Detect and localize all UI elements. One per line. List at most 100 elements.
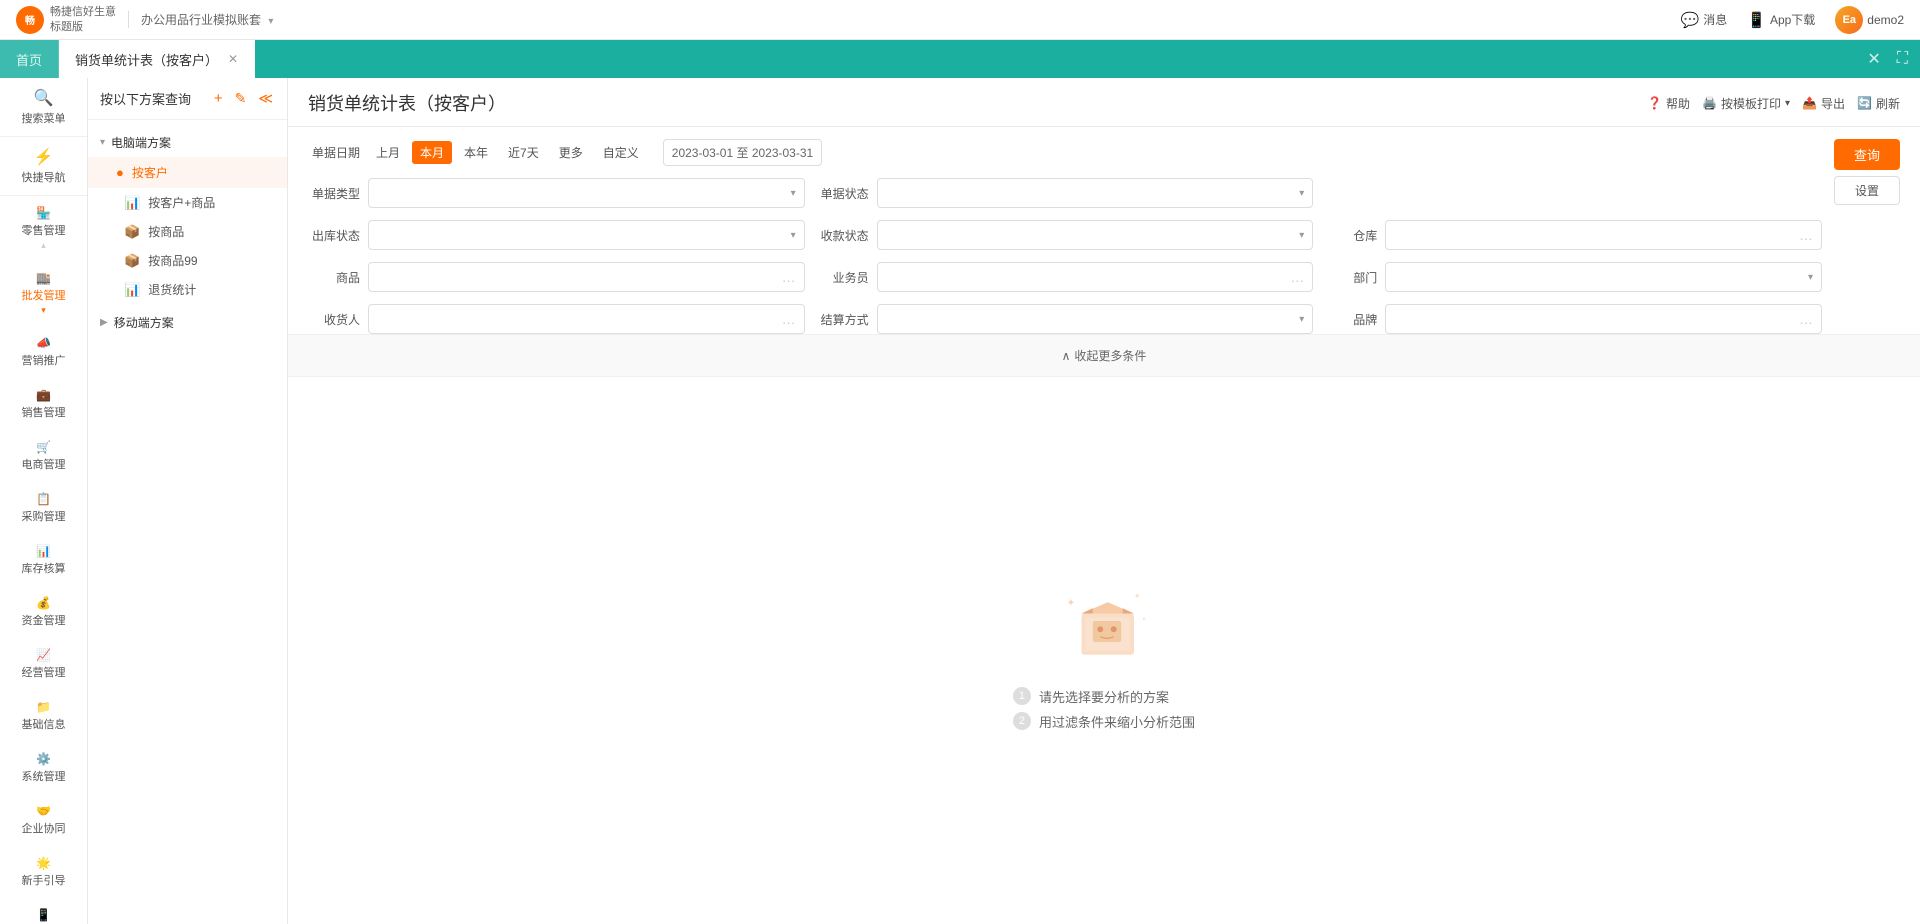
tab-bar: 首页 销货单统计表（按客户） ✕ ✕ ⛶ (0, 40, 1920, 78)
message-button[interactable]: 💬 消息 (1681, 11, 1728, 29)
date-filter-row: 单据日期 上月 本月 本年 近7天 更多 自定义 2023-03-01 至 20… (308, 139, 1822, 166)
date-range-display[interactable]: 2023-03-01 至 2023-03-31 (663, 139, 822, 166)
date-tab-last-month[interactable]: 上月 (368, 141, 408, 164)
sidebar-item-app-center[interactable]: 📱 应用中心 (0, 898, 87, 924)
sidebar-quick-nav[interactable]: ⚡ 快捷导航 (0, 137, 87, 195)
doc-status-control[interactable]: ▾ (877, 178, 1314, 208)
tree-pc-group[interactable]: ▾ 电脑端方案 (88, 128, 287, 157)
tree-mobile-group[interactable]: ▶ 移动端方案 (88, 308, 287, 337)
sidebar-item-retail[interactable]: 🏪 零售管理 ▴ (0, 196, 87, 261)
tip-1-text: 请先选择要分析的方案 (1039, 687, 1169, 706)
export-button[interactable]: 📤 导出 (1802, 95, 1845, 112)
date-tab-custom[interactable]: 自定义 (595, 141, 647, 164)
empty-tip-1: 1 请先选择要分析的方案 (1013, 687, 1195, 706)
help-button[interactable]: ❓ 帮助 (1647, 95, 1690, 112)
settings-button[interactable]: 设置 (1834, 176, 1900, 205)
collect-status-field: 收款状态 ▾ (817, 220, 1314, 250)
doc-type-label: 单据类型 (308, 185, 360, 202)
sidebar-item-operations[interactable]: 📈 经营管理 (0, 638, 87, 690)
close-window-icon[interactable]: ✕ (1863, 45, 1884, 73)
out-status-label: 出库状态 (308, 227, 360, 244)
sidebar-item-sales[interactable]: 💼 销售管理 (0, 378, 87, 430)
content-area: 销货单统计表（按客户） ❓ 帮助 🖨️ 按模板打印 ▾ 📤 导出 🔄 刷新 (288, 78, 1920, 924)
sidebar-item-base-info[interactable]: 📁 基础信息 (0, 690, 87, 742)
doc-type-control[interactable]: ▾ (368, 178, 805, 208)
empty-illustration: ✦ ✦ ✦ (1044, 571, 1164, 671)
mobile-group-label: 移动端方案 (114, 314, 174, 331)
marketing-icon: 📣 (36, 336, 51, 350)
warehouse-control[interactable]: … (1385, 220, 1822, 250)
goods-control[interactable]: … (368, 262, 805, 292)
department-control[interactable]: ▾ (1385, 262, 1822, 292)
by-goods99-icon: 📦 (124, 253, 140, 269)
brand-field: 品牌 … (1325, 304, 1822, 334)
filter-row-3: 商品 … 业务员 … (308, 262, 1822, 292)
tree-item-return-stats[interactable]: 📊 退货统计 (88, 275, 287, 304)
edit-scheme-button[interactable]: ✎ (233, 88, 249, 109)
sidebar-search[interactable]: 🔍 搜索菜单 (0, 78, 87, 136)
filter-section: 单据日期 上月 本月 本年 近7天 更多 自定义 2023-03-01 至 20… (288, 127, 1920, 377)
pc-group-arrow-icon: ▾ (100, 137, 105, 148)
main-layout: 🔍 搜索菜单 ⚡ 快捷导航 🏪 零售管理 ▴ 🏬 批发管理 ▾ 📣 营销推广 💼 (0, 78, 1920, 924)
doc-status-arrow-icon: ▾ (1299, 188, 1304, 199)
svg-text:✦: ✦ (1134, 591, 1141, 600)
page-actions: ❓ 帮助 🖨️ 按模板打印 ▾ 📤 导出 🔄 刷新 (1647, 95, 1900, 112)
download-icon: 📱 (1747, 11, 1766, 29)
by-goods-icon: 📦 (124, 224, 140, 240)
date-tab-this-month[interactable]: 本月 (412, 141, 452, 164)
finance-icon: 💰 (36, 596, 51, 610)
brand-control[interactable]: … (1385, 304, 1822, 334)
refresh-icon: 🔄 (1857, 96, 1872, 110)
tab-sales-report[interactable]: 销货单统计表（按客户） ✕ (59, 40, 255, 78)
maximize-window-icon[interactable]: ⛶ (1893, 46, 1912, 72)
sidebar-item-wholesale[interactable]: 🏬 批发管理 ▾ (0, 261, 87, 326)
sidebar-item-marketing[interactable]: 📣 营销推广 (0, 326, 87, 378)
collect-status-control[interactable]: ▾ (877, 220, 1314, 250)
operations-icon: 📈 (36, 648, 51, 662)
salesperson-control[interactable]: … (877, 262, 1314, 292)
sidebar-item-inventory[interactable]: 📊 库存核算 (0, 534, 87, 586)
sidebar-item-purchasing[interactable]: 📋 采购管理 (0, 482, 87, 534)
sidebar-item-finance[interactable]: 💰 资金管理 (0, 586, 87, 638)
settlement-control[interactable]: ▾ (877, 304, 1314, 334)
out-status-control[interactable]: ▾ (368, 220, 805, 250)
recipient-control[interactable]: … (368, 304, 805, 334)
customer-icon: ● (116, 165, 124, 180)
print-icon: 🖨️ (1702, 96, 1717, 110)
tip-2-text: 用过滤条件来缩小分析范围 (1039, 712, 1195, 731)
page-title: 销货单统计表（按客户） (308, 90, 506, 116)
salesperson-label: 业务员 (817, 269, 869, 286)
user-menu[interactable]: Ea demo2 (1835, 6, 1904, 34)
close-tab-icon[interactable]: ✕ (228, 52, 238, 66)
sidebar-item-ecommerce[interactable]: 🛒 电商管理 (0, 430, 87, 482)
customer-goods-icon: 📊 (124, 195, 140, 211)
ecommerce-icon: 🛒 (36, 440, 51, 454)
app-download-button[interactable]: 📱 App下载 (1747, 11, 1815, 29)
refresh-button[interactable]: 🔄 刷新 (1857, 95, 1900, 112)
sidebar-search-section: 🔍 搜索菜单 (0, 78, 87, 137)
tab-home[interactable]: 首页 (0, 40, 59, 78)
date-tab-more[interactable]: 更多 (551, 141, 591, 164)
tree-item-by-goods99[interactable]: 📦 按商品99 (88, 246, 287, 275)
date-tab-last7days[interactable]: 近7天 (500, 141, 547, 164)
tree-item-by-customer-goods[interactable]: 📊 按客户+商品 (88, 188, 287, 217)
tree-item-by-customer[interactable]: ● 按客户 (88, 157, 287, 188)
app-subtitle[interactable]: 办公用品行业模拟账套 ▾ (128, 11, 273, 28)
collapse-icon: ∧ (1062, 349, 1071, 363)
search-icon: 🔍 (34, 88, 54, 108)
collapse-panel-button[interactable]: ≪ (256, 88, 275, 109)
date-tab-this-year[interactable]: 本年 (456, 141, 496, 164)
add-scheme-button[interactable]: + (212, 88, 225, 109)
query-button[interactable]: 查询 (1834, 139, 1900, 170)
logo-area[interactable]: 畅 畅捷信好生意 标题版 (16, 5, 116, 34)
recipient-field: 收货人 … (308, 304, 805, 334)
filter-row-1: 单据类型 ▾ 单据状态 ▾ (308, 178, 1822, 208)
sidebar-item-system[interactable]: ⚙️ 系统管理 (0, 742, 87, 794)
left-panel-header: 按以下方案查询 + ✎ ≪ (88, 78, 287, 120)
sidebar-item-newbie[interactable]: 🌟 新手引导 (0, 846, 87, 898)
sidebar-item-enterprise[interactable]: 🤝 企业协同 (0, 794, 87, 846)
print-button[interactable]: 🖨️ 按模板打印 ▾ (1702, 95, 1790, 112)
collapse-button[interactable]: ∧ 收起更多条件 (1050, 343, 1159, 368)
goods-field: 商品 … (308, 262, 805, 292)
tree-item-by-goods[interactable]: 📦 按商品 (88, 217, 287, 246)
